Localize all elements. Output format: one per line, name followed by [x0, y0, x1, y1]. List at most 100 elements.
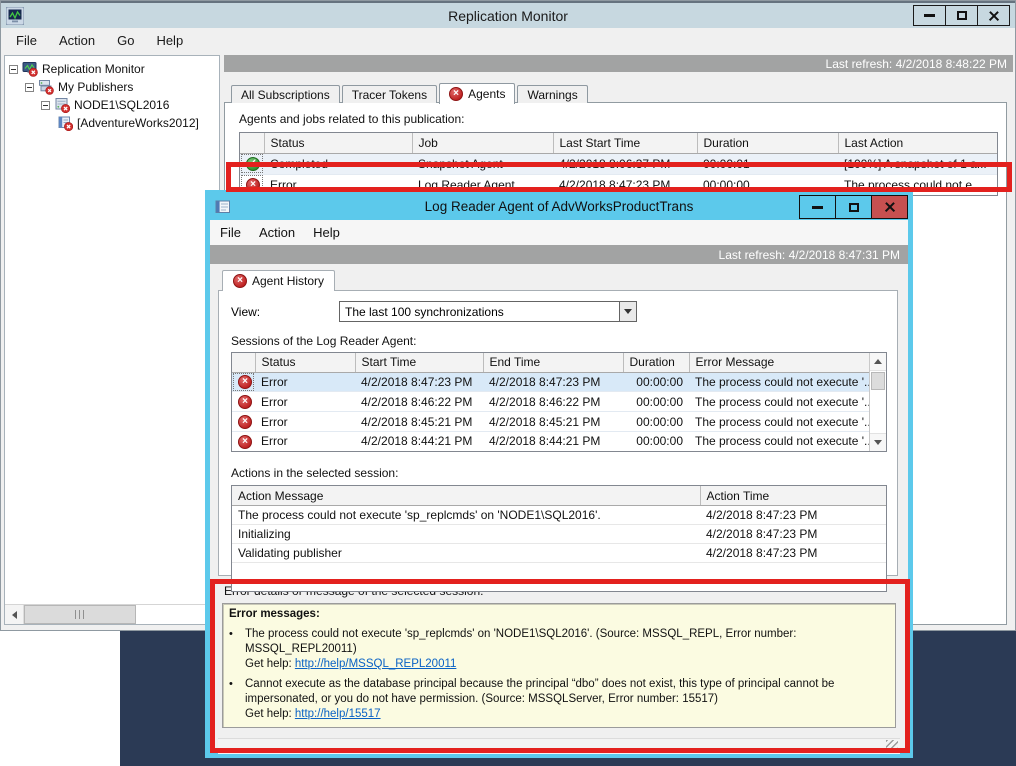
status-error-icon: ×	[238, 435, 252, 449]
background-patch	[0, 631, 120, 766]
column-header-duration[interactable]: Duration	[697, 133, 838, 153]
cell-action-message: Validating publisher	[232, 544, 700, 563]
table-header-row: Status Job Last Start Time Duration Last…	[240, 133, 997, 153]
help-link[interactable]: http://help/MSSQL_REPL20011	[295, 658, 457, 670]
tab-agent-history[interactable]: × Agent History	[222, 270, 335, 291]
view-dropdown-value: The last 100 synchronizations	[340, 305, 619, 319]
scrollbar-thumb[interactable]	[24, 605, 136, 624]
maximize-button[interactable]	[835, 195, 872, 219]
cell-message: The process could not execute '...	[689, 372, 869, 392]
error-status-icon: ×	[449, 87, 463, 101]
menu-help[interactable]: Help	[156, 33, 183, 48]
replication-monitor-error-icon	[22, 61, 38, 77]
column-header-status[interactable]: Status	[264, 133, 412, 153]
minimize-button[interactable]	[913, 5, 946, 26]
tree-item-node1-sql2016[interactable]: NODE1\SQL2016	[9, 96, 217, 114]
status-error-icon: ×	[238, 415, 252, 429]
collapse-icon[interactable]	[41, 101, 50, 110]
resize-grip-icon[interactable]	[886, 740, 898, 752]
cell-job: Snapshot Agent	[412, 153, 553, 174]
table-row[interactable]: × Error 4/2/2018 8:44:21 PM 4/2/2018 8:4…	[232, 431, 869, 450]
tree-item-adventureworks2012[interactable]: [AdventureWorks2012]	[9, 114, 217, 132]
menu-action[interactable]: Action	[259, 225, 295, 240]
dropdown-button[interactable]	[619, 302, 636, 321]
column-header-last-start-time[interactable]: Last Start Time	[553, 133, 697, 153]
column-header-job[interactable]: Job	[412, 133, 553, 153]
minimize-icon	[812, 206, 823, 209]
collapse-icon[interactable]	[9, 65, 18, 74]
scrollbar-thumb[interactable]	[871, 372, 885, 390]
tab-tracer-tokens[interactable]: Tracer Tokens	[342, 85, 437, 103]
cell-action-message: Initializing	[232, 525, 700, 544]
column-header-last-action[interactable]: Last Action	[838, 133, 997, 153]
tree-horizontal-scrollbar[interactable]	[5, 604, 219, 624]
error-details-box: Error messages: The process could not ex…	[222, 603, 896, 728]
scroll-down-button[interactable]	[870, 433, 886, 451]
collapse-icon[interactable]	[25, 83, 34, 92]
cell-duration: 00:00:00	[623, 372, 689, 392]
menu-help[interactable]: Help	[313, 225, 340, 240]
sessions-vertical-scrollbar[interactable]	[869, 353, 886, 451]
table-row[interactable]: × Error 4/2/2018 8:46:22 PM 4/2/2018 8:4…	[232, 392, 869, 412]
publisher-tree-panel: Replication Monitor My Publishers	[4, 55, 220, 625]
cell-status: Error	[255, 412, 355, 432]
tree-item-label: [AdventureWorks2012]	[77, 116, 199, 130]
table-row[interactable]: × Error 4/2/2018 8:47:23 PM 4/2/2018 8:4…	[232, 372, 869, 392]
close-button[interactable]	[977, 5, 1010, 26]
menu-action[interactable]: Action	[59, 33, 95, 48]
sessions-label: Sessions of the Log Reader Agent:	[231, 334, 887, 348]
cell-start: 4/2/2018 8:47:23 PM	[355, 372, 483, 392]
cell-action-time: 4/2/2018 8:47:23 PM	[700, 506, 886, 525]
tree-item-label: Replication Monitor	[42, 62, 145, 76]
column-header-duration[interactable]: Duration	[623, 353, 689, 372]
column-header-error-message[interactable]: Error Message	[689, 353, 869, 372]
get-help-prefix: Get help:	[245, 658, 295, 670]
view-dropdown[interactable]: The last 100 synchronizations	[339, 301, 637, 322]
minimize-button[interactable]	[799, 195, 836, 219]
tree-item-my-publishers[interactable]: My Publishers	[9, 78, 217, 96]
title-bar[interactable]: Log Reader Agent of AdvWorksProductTrans	[210, 195, 908, 220]
scroll-left-button[interactable]	[5, 605, 24, 624]
menu-go[interactable]: Go	[117, 33, 134, 48]
status-bar	[218, 738, 900, 754]
tab-label: Agent History	[252, 274, 324, 288]
tab-label: All Subscriptions	[241, 88, 330, 102]
table-row[interactable]: Validating publisher 4/2/2018 8:47:23 PM	[232, 544, 886, 563]
grip-icon	[75, 610, 86, 619]
column-header-action-message[interactable]: Action Message	[232, 486, 700, 506]
tree-item-replication-monitor[interactable]: Replication Monitor	[9, 60, 217, 78]
tab-all-subscriptions[interactable]: All Subscriptions	[231, 85, 340, 103]
column-header-icon[interactable]	[232, 353, 255, 372]
last-refresh-text: Last refresh: 4/2/2018 8:47:31 PM	[719, 248, 900, 262]
menu-file[interactable]: File	[220, 225, 241, 240]
cell-action-time: 4/2/2018 8:47:23 PM	[700, 544, 886, 563]
table-row[interactable]: ✓ Completed Snapshot Agent 4/2/2018 8:06…	[240, 153, 997, 174]
table-row[interactable]: Initializing 4/2/2018 8:47:23 PM	[232, 525, 886, 544]
title-bar[interactable]: Replication Monitor	[1, 1, 1015, 28]
tab-agents[interactable]: ×Agents	[439, 83, 515, 104]
last-refresh-bar: Last refresh: 4/2/2018 8:47:31 PM	[210, 245, 908, 264]
agents-table: Status Job Last Start Time Duration Last…	[239, 132, 998, 196]
scroll-up-button[interactable]	[870, 353, 886, 371]
column-header-action-time[interactable]: Action Time	[700, 486, 886, 506]
table-header-row: Status Start Time End Time Duration Erro…	[232, 353, 869, 372]
last-refresh-bar: Last refresh: 4/2/2018 8:48:22 PM	[224, 55, 1013, 72]
minimize-icon	[924, 14, 935, 17]
menu-file[interactable]: File	[16, 33, 37, 48]
table-row[interactable]: The process could not execute 'sp_replcm…	[232, 506, 886, 525]
help-link[interactable]: http://help/15517	[295, 708, 381, 720]
column-header-status[interactable]: Status	[255, 353, 355, 372]
table-row[interactable]: × Error 4/2/2018 8:45:21 PM 4/2/2018 8:4…	[232, 412, 869, 432]
tab-warnings[interactable]: Warnings	[517, 85, 587, 103]
error-message-text: Cannot execute as the database principal…	[245, 678, 834, 705]
cell-duration: 00:00:01	[697, 153, 838, 174]
close-button[interactable]	[871, 195, 908, 219]
list-item: Cannot execute as the database principal…	[229, 677, 885, 722]
error-message-text: The process could not execute 'sp_replcm…	[245, 628, 796, 655]
arrow-down-icon	[874, 440, 882, 445]
maximize-button[interactable]	[945, 5, 978, 26]
column-header-icon[interactable]	[240, 133, 264, 153]
column-header-start-time[interactable]: Start Time	[355, 353, 483, 372]
column-header-end-time[interactable]: End Time	[483, 353, 623, 372]
agent-history-panel: View: The last 100 synchronizations Sess…	[218, 290, 898, 576]
